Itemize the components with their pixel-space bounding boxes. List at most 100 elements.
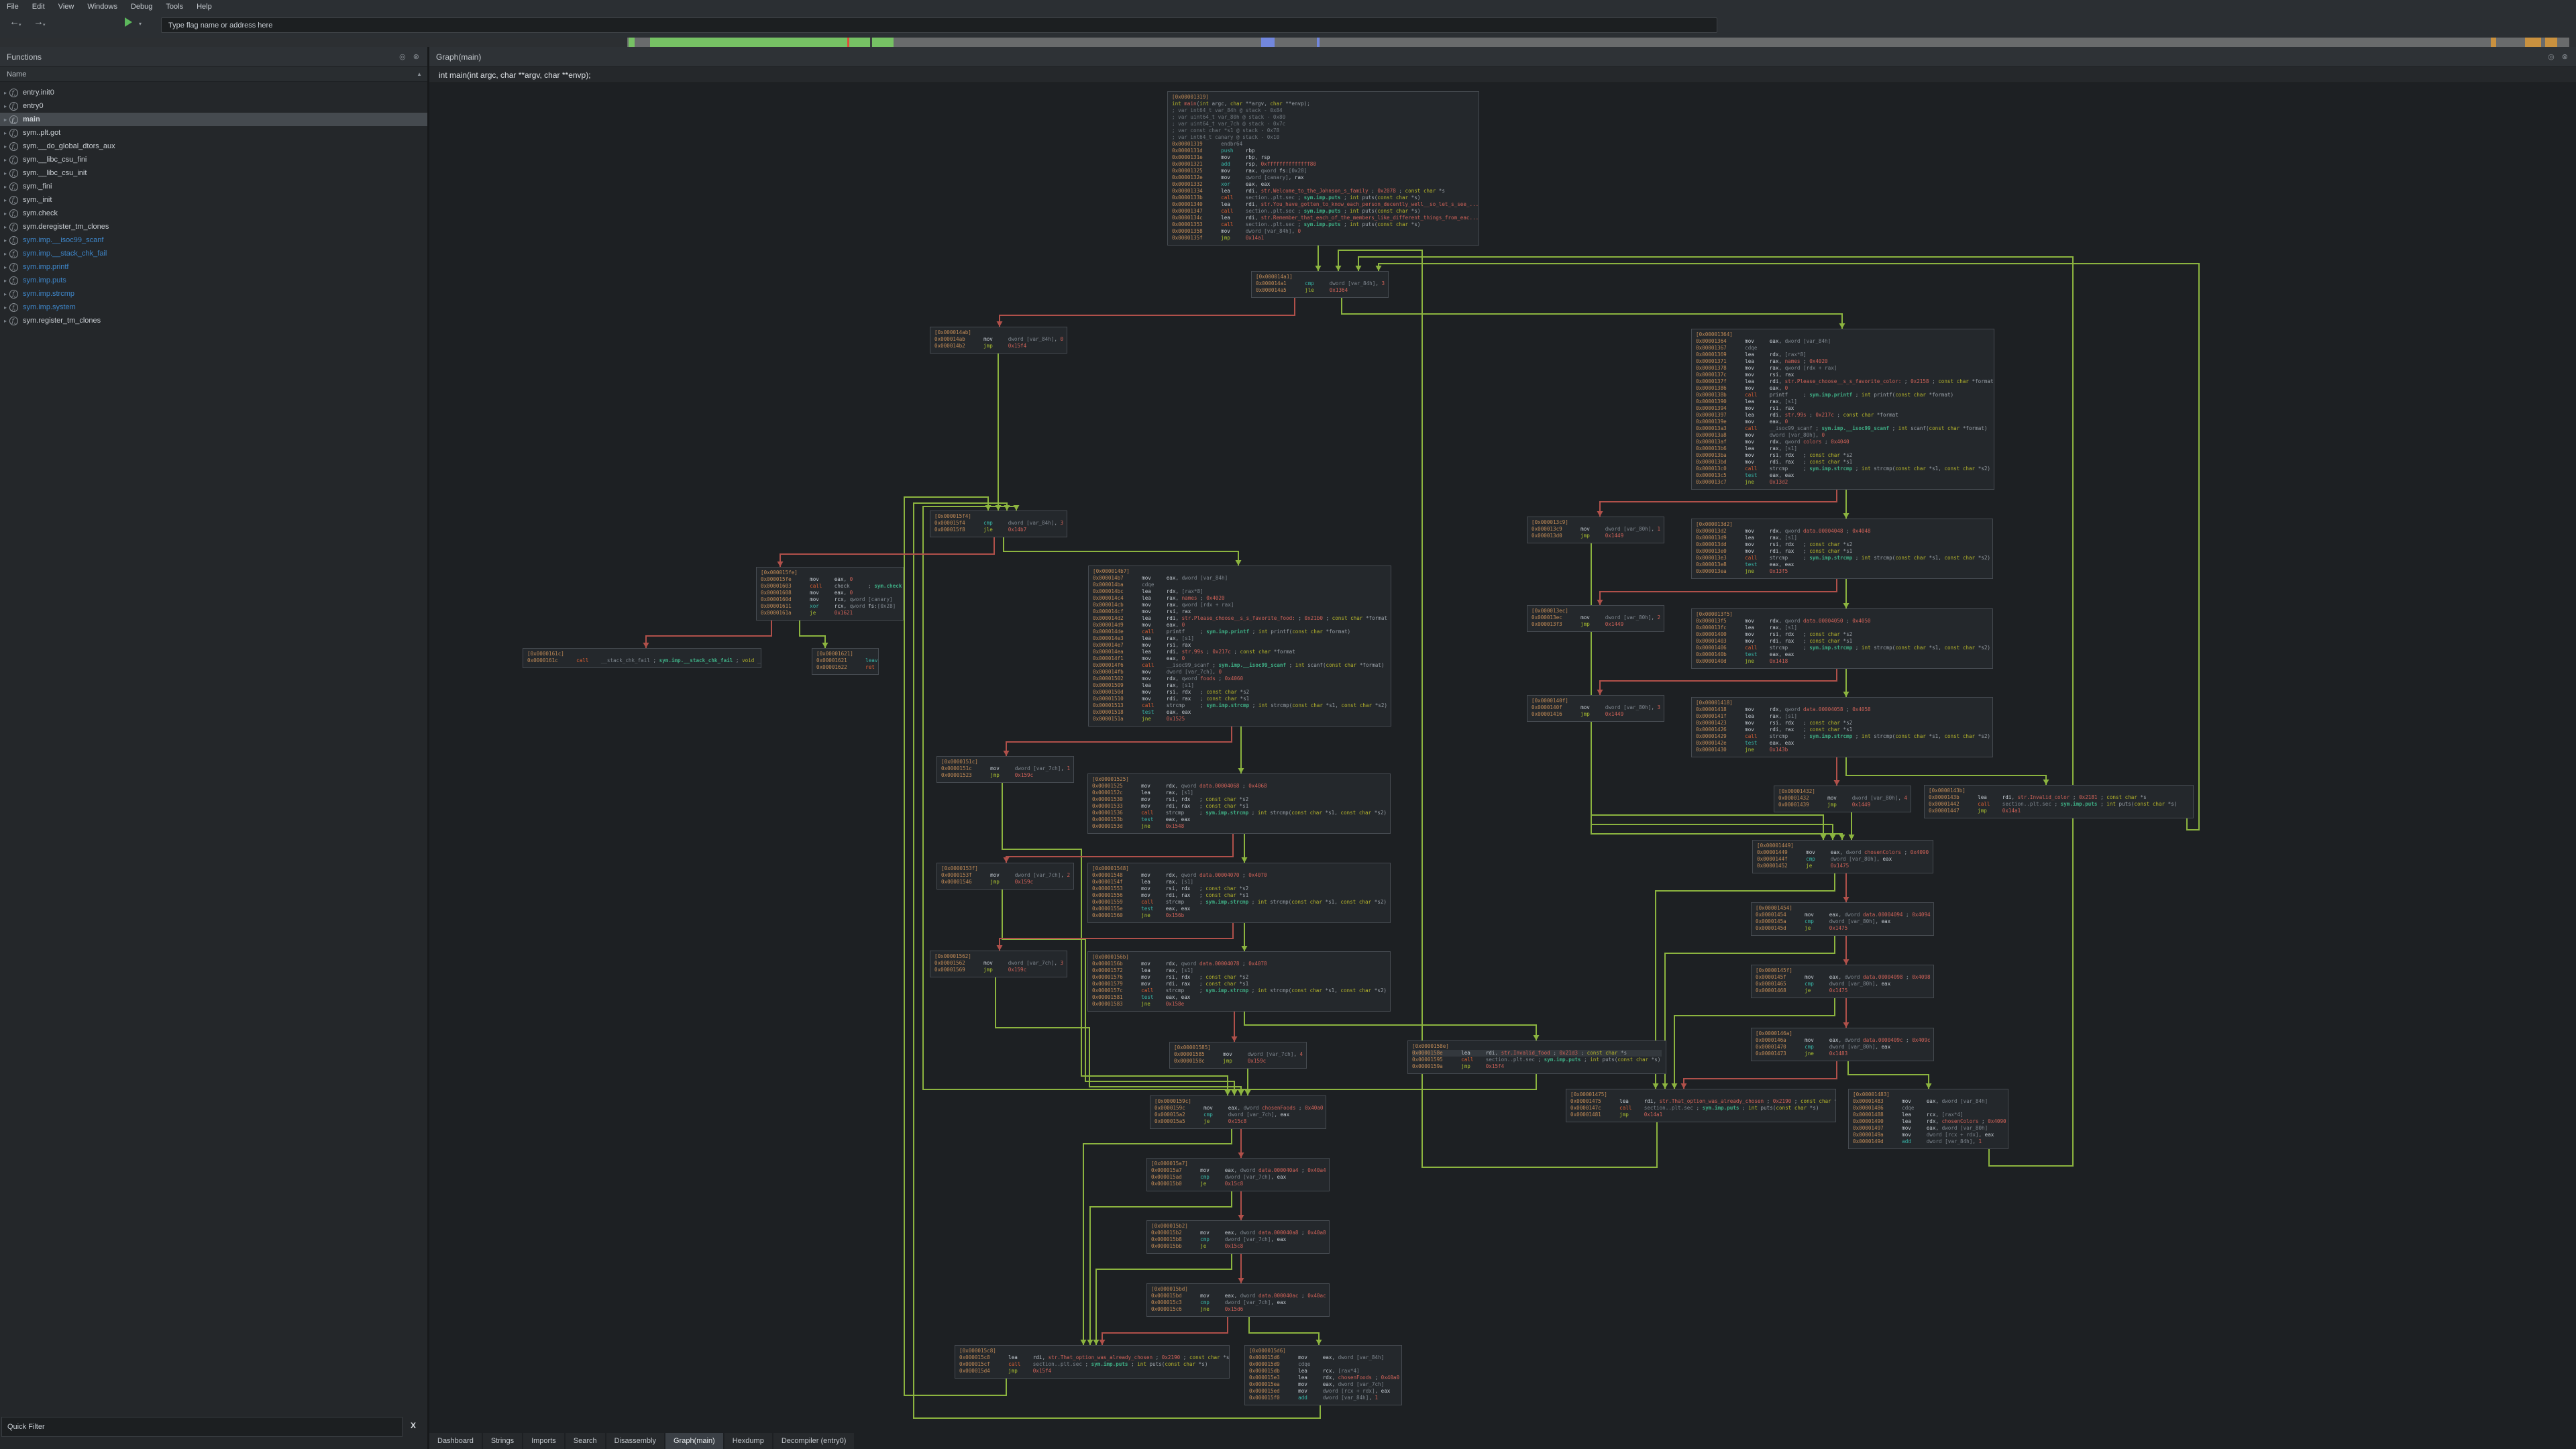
disasm-line[interactable]: 0x0000155e test eax, eax — [1092, 906, 1386, 912]
expand-arrow-icon[interactable]: ▸ — [0, 234, 9, 248]
expand-arrow-icon[interactable]: ▸ — [0, 194, 9, 207]
disasm-line[interactable]: 0x00001416 jmp 0x1449 — [1532, 711, 1660, 718]
function-list-item[interactable]: ▸ ƒi sym.imp.__stack_chk_fail — [0, 247, 427, 260]
expand-arrow-icon[interactable]: ▸ — [0, 140, 9, 154]
graph-node-0x0000143b[interactable]: [0x0000143b] 0x0000143b lea rdi, str.Inva… — [1924, 785, 2194, 818]
disasm-line[interactable]: ; var int64_t var_84h @ stack - 0x84 — [1172, 107, 1474, 114]
disasm-line[interactable]: 0x00001465 cmp dword [var_80h], eax — [1756, 981, 1929, 987]
graph-node-0x000015f4[interactable]: [0x000015f4] 0x000015f4 cmp dword [var_84… — [930, 511, 1067, 537]
disasm-line[interactable]: 0x00001319 endbr64 — [1172, 141, 1474, 148]
disasm-line[interactable]: 0x000014de call printf ; sym.imp.printf … — [1093, 629, 1387, 635]
graph-node-0x00001525[interactable]: [0x00001525] 0x00001525 mov rdx, qword da… — [1087, 773, 1391, 834]
disasm-line[interactable]: 0x0000149a mov dword [rcx + rdx], eax — [1853, 1132, 2004, 1138]
disasm-line[interactable]: 0x00001546 jmp 0x159c — [941, 879, 1069, 885]
disasm-line[interactable]: 0x000013d2 mov rdx, qword data.00004048 … — [1696, 528, 1988, 535]
disasm-line[interactable]: 0x00001340 lea rdi, str.You_have_gotten_… — [1172, 201, 1479, 208]
disasm-line[interactable]: 0x0000146a mov eax, dword data.0000409c … — [1756, 1037, 1931, 1044]
disasm-line[interactable]: 0x0000151a jne 0x1525 — [1093, 716, 1387, 722]
disasm-line[interactable]: 0x00001332 xor eax, eax — [1172, 181, 1474, 188]
disasm-line[interactable]: 0x00001442 call section..plt.sec ; sym.i… — [1929, 801, 2189, 808]
disasm-line[interactable]: 0x000014ea lea rdi, str.99s ; 0x217c ; c… — [1093, 649, 1387, 655]
expand-arrow-icon[interactable]: ▸ — [0, 167, 9, 180]
function-name[interactable]: sym.register_tm_clones — [23, 317, 101, 325]
disasm-line[interactable]: 0x00001556 mov rdi, rax ; const char *s1 — [1092, 892, 1386, 899]
function-list-item[interactable]: ▸ ƒx sym..plt.got — [0, 126, 427, 140]
disasm-line[interactable]: 0x000013f3 jmp 0x1449 — [1532, 621, 1660, 628]
graph-node-0x000013ec[interactable]: [0x000013ec] 0x000013ec mov dword [var_80… — [1527, 605, 1664, 632]
function-name[interactable]: sym.__libc_csu_fini — [23, 156, 87, 164]
tab-decompiler-entry0-[interactable]: Decompiler (entry0) — [773, 1433, 855, 1449]
disasm-line[interactable]: 0x00001447 jmp 0x14a1 — [1929, 808, 2189, 814]
disasm-line[interactable]: 0x000015ed mov dword [rcx + rdx], eax — [1249, 1388, 1397, 1395]
disasm-line[interactable]: 0x000013c0 call strcmp ; sym.imp.strcmp … — [1696, 466, 1990, 472]
function-list-item[interactable]: ▸ ƒx sym.register_tm_clones — [0, 314, 427, 327]
disasm-line[interactable]: 0x0000138b call printf ; sym.imp.printf … — [1696, 392, 1990, 398]
disasm-line[interactable]: 0x000015f8 jle 0x14b7 — [934, 527, 1063, 533]
disasm-line[interactable]: 0x00001559 call strcmp ; sym.imp.strcmp … — [1092, 899, 1387, 906]
disasm-line[interactable]: 0x000015b2 mov eax, dword data.000040a8 … — [1151, 1230, 1326, 1236]
graph-node-0x00001548[interactable]: [0x00001548] 0x00001548 mov rdx, qword da… — [1087, 863, 1391, 923]
disasm-line[interactable]: 0x00001497 mov eax, dword [var_80h] — [1853, 1125, 2004, 1132]
disasm-line[interactable]: 0x00001533 mov rdi, rax ; const char *s1 — [1092, 803, 1386, 810]
function-list-item[interactable]: ▸ ƒi sym.imp.__isoc99_scanf — [0, 233, 427, 247]
disasm-line[interactable]: 0x000015c8 lea rdi, str.That_option_was_… — [959, 1354, 1229, 1361]
graph-node-0x00001562[interactable]: [0x00001562] 0x00001562 mov dword [var_7c… — [930, 951, 1067, 977]
disasm-line[interactable]: 0x00001468 je 0x1475 — [1756, 987, 1929, 994]
disasm-line[interactable]: 0x00001367 cdqe — [1696, 345, 1990, 352]
disasm-line[interactable]: 0x0000144f cmp dword [var_80h], eax — [1757, 856, 1929, 863]
disasm-line[interactable]: 0x00001622 ret — [816, 664, 875, 671]
disasm-line[interactable]: 0x00001569 jmp 0x159c — [934, 967, 1063, 973]
disasm-line[interactable]: 0x00001576 mov rsi, rdx ; const char *s2 — [1092, 974, 1386, 981]
disasm-line[interactable]: 0x000013ba mov rsi, rdx ; const char *s2 — [1696, 452, 1990, 459]
debug-options-caret-icon[interactable]: ▾ — [139, 21, 142, 27]
functions-column-header[interactable]: Name ▲ — [0, 67, 427, 82]
disasm-line[interactable]: 0x000013d0 jmp 0x1449 — [1532, 533, 1660, 539]
tab-strings[interactable]: Strings — [482, 1433, 523, 1449]
graph-node-0x000013c9[interactable]: [0x000013c9] 0x000013c9 mov dword [var_80… — [1527, 517, 1664, 543]
disasm-line[interactable]: 0x000013fc lea rax, [s1] — [1696, 625, 1988, 631]
disasm-line[interactable]: 0x0000159c mov eax, dword chosenFoods ; … — [1155, 1105, 1324, 1112]
disasm-line[interactable]: 0x00001502 mov rdx, qword foods ; 0x4060 — [1093, 676, 1387, 682]
disasm-line[interactable]: 0x000015d6 mov eax, dword [var_84h] — [1249, 1354, 1397, 1361]
expand-arrow-icon[interactable]: ▸ — [0, 113, 9, 127]
disasm-line[interactable]: 0x00001621 leave — [816, 657, 878, 664]
expand-arrow-icon[interactable]: ▸ — [0, 127, 9, 140]
disasm-line[interactable]: 0x00001347 call section..plt.sec ; sym.i… — [1172, 208, 1474, 215]
disasm-line[interactable]: 0x000014bc lea rdx, [rax*8] — [1093, 588, 1387, 595]
disasm-line[interactable]: 0x00001403 mov rdi, rax ; const char *s1 — [1696, 638, 1988, 645]
disasm-line[interactable]: 0x000013f5 mov rdx, qword data.00004050 … — [1696, 618, 1988, 625]
disasm-line[interactable]: 0x000014e3 lea rax, [s1] — [1093, 635, 1387, 642]
disasm-line[interactable]: 0x00001325 mov rax, qword fs:[0x28] — [1172, 168, 1474, 174]
function-list-item[interactable]: ▸ ƒx entry0 — [0, 99, 427, 113]
graph-node-0x00001454[interactable]: [0x00001454] 0x00001454 mov eax, dword da… — [1751, 902, 1934, 936]
function-name[interactable]: main — [23, 115, 40, 123]
disasm-line[interactable]: ; var int64_t canary @ stack - 0x10 — [1172, 134, 1474, 141]
disasm-line[interactable]: 0x000015ad cmp dword [var_7ch], eax — [1151, 1174, 1325, 1181]
menu-edit[interactable]: Edit — [25, 0, 52, 13]
disasm-line[interactable]: 0x0000143b lea rdi, str.Invalid_color ; … — [1929, 794, 2189, 801]
graph-node-0x0000140f[interactable]: [0x0000140f] 0x0000140f mov dword [var_80… — [1527, 695, 1664, 722]
address-seek-bar[interactable] — [0, 38, 2576, 47]
back-caret-icon[interactable]: ▾ — [19, 22, 21, 28]
disasm-line[interactable]: 0x00001509 lea rax, [s1] — [1093, 682, 1387, 689]
graph-node-0x000013f5[interactable]: [0x000013f5] 0x000013f5 mov rdx, qword da… — [1691, 608, 1993, 669]
disasm-line[interactable]: 0x0000161c call __stack_chk_fail ; sym.i… — [527, 657, 761, 664]
disasm-line[interactable]: 0x000013e0 mov rdi, rax ; const char *s1 — [1696, 548, 1988, 555]
disasm-line[interactable]: 0x0000132e mov qword [canary], rax — [1172, 174, 1474, 181]
graph-node-0x00001449[interactable]: [0x00001449] 0x00001449 mov eax, dword ch… — [1752, 840, 1933, 873]
disasm-line[interactable]: 0x0000151c mov dword [var_7ch], 1 — [941, 765, 1070, 772]
disasm-line[interactable]: 0x00001553 mov rsi, rdx ; const char *s2 — [1092, 885, 1386, 892]
disasm-line[interactable]: 0x00001583 jne 0x158e — [1092, 1001, 1386, 1008]
disasm-line[interactable]: 0x000014f1 mov eax, 0 — [1093, 655, 1387, 662]
disasm-line[interactable]: ; var uint64_t var_80h @ stack - 0x80 — [1172, 114, 1474, 121]
expand-arrow-icon[interactable]: ▸ — [0, 248, 9, 261]
disasm-line[interactable]: 0x00001483 mov eax, dword [var_84h] — [1853, 1098, 2004, 1105]
disasm-line[interactable]: 0x000015f0 add dword [var_84h], 1 — [1249, 1395, 1397, 1401]
disasm-line[interactable]: 0x00001595 call section..plt.sec ; sym.i… — [1412, 1057, 1662, 1063]
disasm-line[interactable]: 0x000015a5 je 0x15c8 — [1155, 1118, 1322, 1125]
disasm-line[interactable]: 0x00001452 je 0x1475 — [1757, 863, 1929, 869]
disasm-line[interactable]: 0x00001390 lea rax, [s1] — [1696, 398, 1990, 405]
functions-panel-header-icons[interactable]: ◎ ⊗ — [399, 47, 422, 67]
disasm-line[interactable]: 0x00001432 mov dword [var_80h], 4 — [1778, 795, 1907, 802]
disasm-line[interactable]: 0x000013c5 test eax, eax — [1696, 472, 1990, 479]
